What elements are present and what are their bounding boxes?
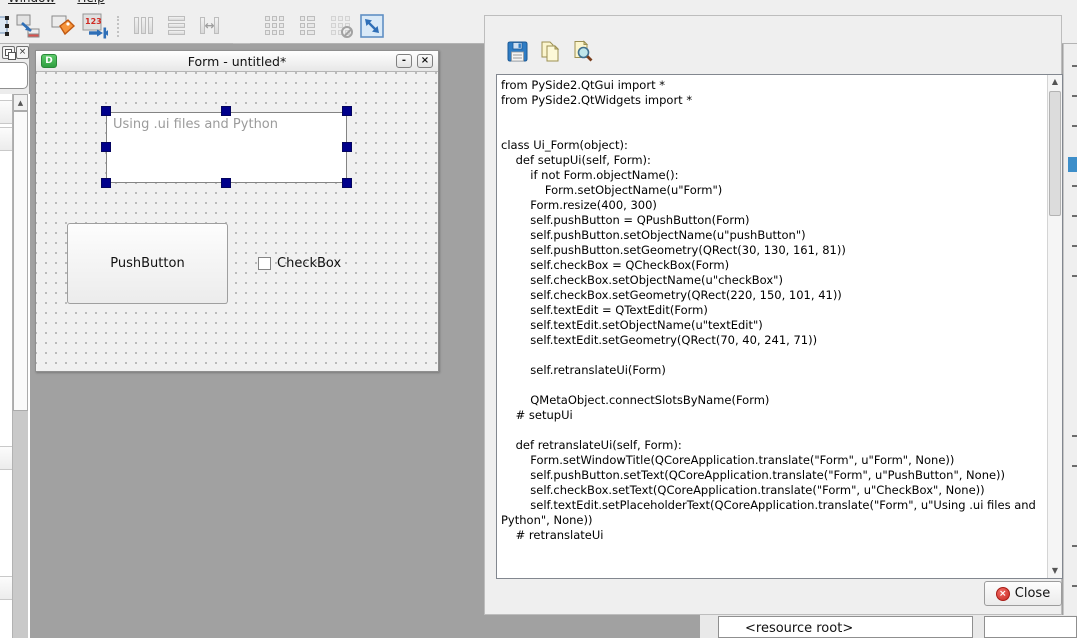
selection-handle-ne[interactable] [343,107,351,115]
close-dialog-button[interactable]: × Close [984,581,1062,606]
widget-filter-input[interactable] [0,62,28,89]
check-box-widget[interactable]: CheckBox [258,253,358,274]
form-layout-glyph [300,16,315,35]
widget-box-item[interactable] [0,446,12,470]
selection-handle-nw[interactable] [102,107,110,115]
property-selected-row [1068,157,1077,172]
close-button[interactable]: × [417,54,433,68]
form-editor-window: D Form - untitled* - × Using .ui files a… [35,50,439,372]
horizontal-bars-glyph [168,16,185,35]
widget-box-item[interactable] [0,576,12,600]
resource-view-panel [984,616,1077,638]
edit-signals-slots-icon[interactable] [14,12,41,39]
code-viewer-dialog: from PySide2.QtGui import * from PySide2… [484,15,1062,615]
resource-root-item[interactable]: <resource root> [719,617,972,636]
dock-close-icon[interactable]: × [16,46,29,59]
edit-buddies-glyph [50,13,76,39]
selection-handle-sw[interactable] [102,179,110,187]
check-box-label: CheckBox [277,256,341,271]
edit-signals-slots-glyph [15,13,41,39]
break-layout-icon[interactable] [327,12,354,39]
scroll-up-icon[interactable]: ▲ [1048,75,1062,89]
widget-box-scrollbar[interactable]: ▲ [12,94,28,638]
edit-tab-order-glyph: 123 [81,12,108,39]
edit-buddies-icon[interactable] [49,12,76,39]
widget-box-item[interactable] [0,127,12,151]
scroll-up-icon[interactable]: ▲ [13,94,28,111]
edit-tab-order-icon[interactable]: 123 [81,12,108,39]
text-edit-placeholder: Using .ui files and Python [107,113,346,136]
copy-glyph [539,40,562,63]
selection-handle-se[interactable] [343,179,351,187]
generated-code: from PySide2.QtGui import * from PySide2… [501,78,1046,543]
find-glyph [571,40,594,63]
selection-handle-s[interactable] [222,179,230,187]
form-title-bar[interactable]: D Form - untitled* - × [36,51,438,72]
widget-box-dock: × ▲ [0,44,30,638]
form-window-title: Form - untitled* [36,54,438,69]
lay-out-in-form-layout-icon[interactable] [294,12,321,39]
property-editor-sliver [1063,44,1077,615]
scroll-down-icon[interactable]: ▼ [1048,564,1062,578]
push-button-label: PushButton [110,256,184,271]
push-button-widget[interactable]: PushButton [67,223,228,304]
form-canvas[interactable]: Using .ui files and Python PushButton Ch… [36,72,438,371]
copy-icon[interactable] [537,38,563,64]
lay-out-vertically-icon[interactable] [163,12,190,39]
scrollbar-thumb[interactable] [13,111,28,411]
check-box-indicator[interactable] [258,257,271,270]
minimize-button[interactable]: - [396,54,412,68]
selection-handle-e[interactable] [343,143,351,151]
selection-handle-w[interactable] [102,143,110,151]
grid-glyph [265,16,284,35]
toolbar-separator [117,16,119,37]
find-icon[interactable] [569,38,595,64]
lay-out-horizontally-icon[interactable] [130,12,157,39]
resource-tree-panel: <resource root> [718,616,973,638]
edit-widgets-glyph [0,13,13,39]
save-icon[interactable] [504,38,530,64]
no-sign-glyph [341,26,353,38]
selection-handle-n[interactable] [222,107,230,115]
code-text-area[interactable]: from PySide2.QtGui import * from PySide2… [496,74,1063,579]
lay-out-horizontally-in-splitter-icon[interactable]: ↔ [196,12,223,39]
menu-item-help[interactable]: Help [77,0,104,5]
dock-float-icon[interactable] [2,46,15,59]
lay-out-in-grid-icon[interactable] [261,12,288,39]
text-edit-widget[interactable]: Using .ui files and Python [106,112,347,183]
floppy-glyph [506,40,529,63]
widget-box-item[interactable] [0,100,12,124]
vertical-bars-glyph [134,17,153,34]
widget-box-list: ▲ [0,94,30,638]
close-red-icon: × [996,587,1010,601]
code-scrollbar[interactable]: ▲ ▼ [1047,75,1062,578]
scrollbar-thumb[interactable] [1049,91,1061,216]
menu-item-window[interactable]: Window [8,0,55,5]
close-button-label: Close [1015,586,1050,601]
adjust-size-icon[interactable] [358,12,385,39]
qt-designer-window: Window Help [0,0,1077,638]
adjust-size-glyph [359,13,385,39]
svg-text:123: 123 [85,17,102,26]
edit-widgets-icon[interactable] [0,12,13,39]
